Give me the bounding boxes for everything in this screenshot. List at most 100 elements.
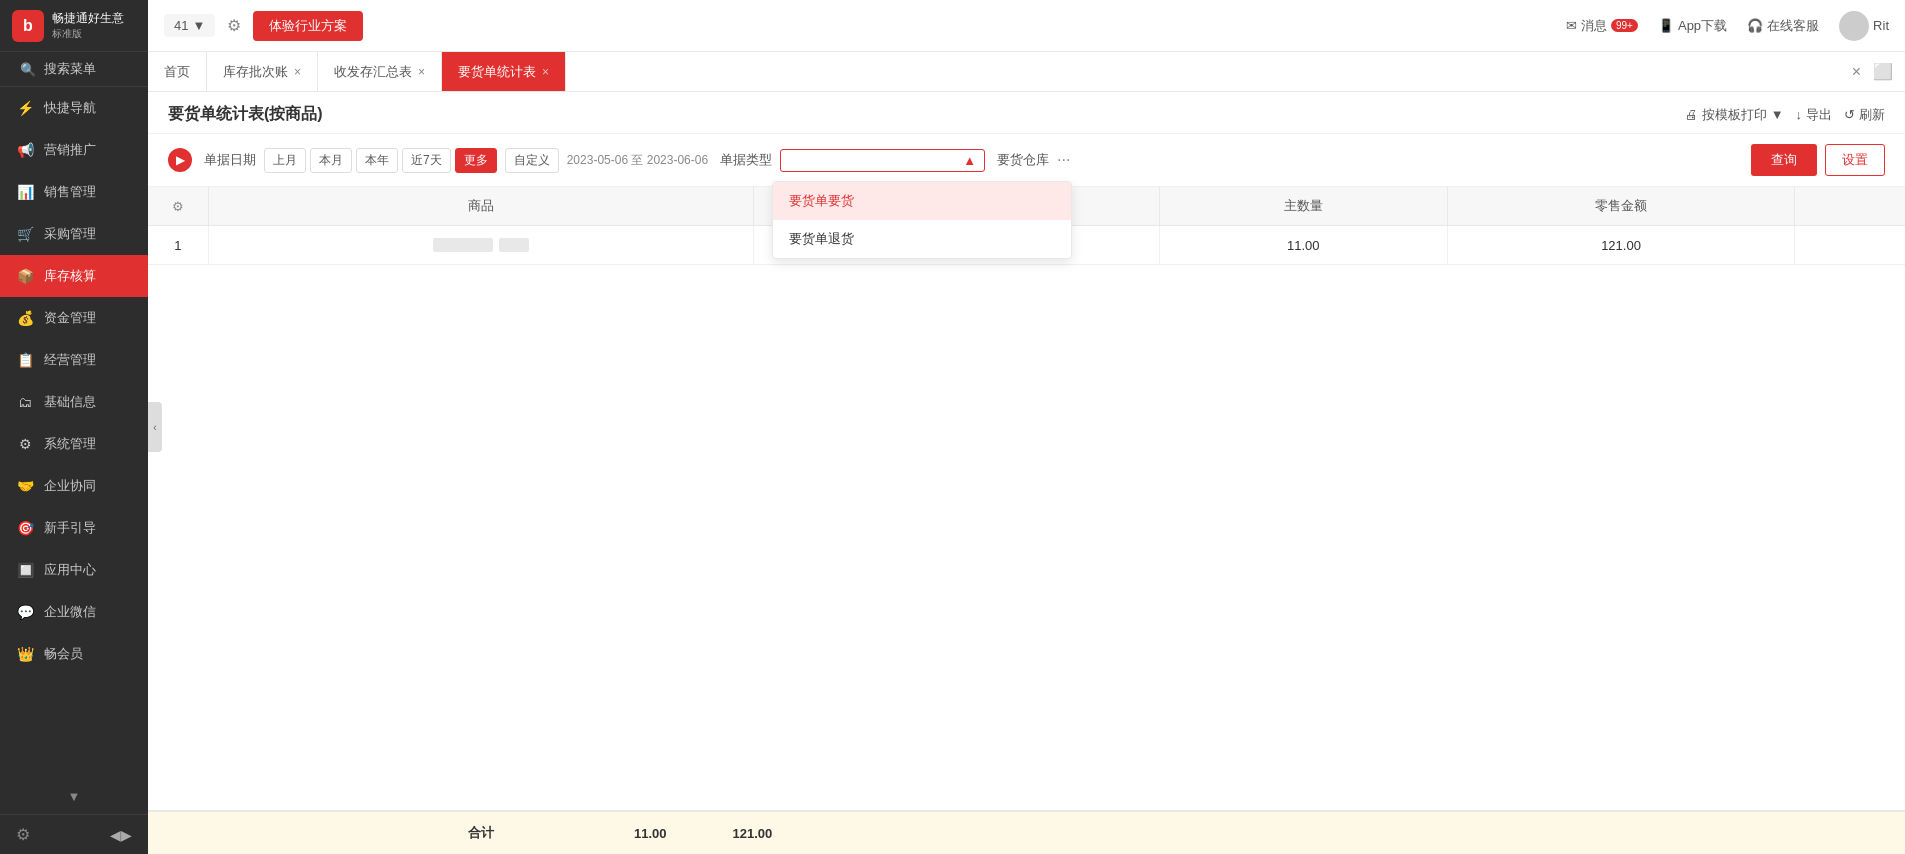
- maximize-btn[interactable]: ⬜: [1869, 60, 1897, 83]
- type-chevron-up-icon[interactable]: ▲: [963, 153, 976, 168]
- tab-close-order-stats[interactable]: ×: [542, 65, 549, 79]
- date-filter-group: 单据日期 上月 本月 本年 近7天 更多 自定义 2023-05-06 至 20…: [204, 148, 708, 173]
- nav-label-inventory: 库存核算: [44, 267, 96, 285]
- company-dropdown[interactable]: 41 ▼: [164, 14, 215, 37]
- nav-label-member: 畅会员: [44, 645, 83, 663]
- messages-btn[interactable]: ✉ 消息 99+: [1566, 17, 1638, 35]
- sidebar-item-enterprise[interactable]: 🤝企业协同: [0, 465, 148, 507]
- nav-label-guide: 新手引导: [44, 519, 96, 537]
- nav-icon-guide: 🎯: [16, 519, 34, 537]
- nav-label-finance: 资金管理: [44, 309, 96, 327]
- tab-recv-summary[interactable]: 收发存汇总表 ×: [318, 52, 442, 91]
- close-all-btn[interactable]: ×: [1848, 61, 1865, 83]
- tab-home[interactable]: 首页: [148, 52, 207, 91]
- cell-extra: [1795, 226, 1905, 265]
- cell-quantity: 11.00: [1159, 226, 1447, 265]
- this-year-btn[interactable]: 本年: [356, 148, 398, 173]
- this-month-btn[interactable]: 本月: [310, 148, 352, 173]
- warehouse-more-icon[interactable]: ···: [1057, 151, 1070, 169]
- sidebar-item-member[interactable]: 👑 畅会员: [0, 633, 148, 675]
- tab-inventory-batch[interactable]: 库存批次账 ×: [207, 52, 318, 91]
- cell-amount: 121.00: [1447, 226, 1794, 265]
- page-title: 要货单统计表(按商品): [168, 104, 323, 125]
- nav-icon-sales: 📊: [16, 183, 34, 201]
- footer-total-label: 合计: [468, 824, 494, 842]
- nav-label-wechat: 企业微信: [44, 603, 96, 621]
- nav-icon-member: 👑: [16, 645, 34, 663]
- th-amount: 零售金额: [1447, 187, 1794, 226]
- nav-label-system: 系统管理: [44, 435, 96, 453]
- download-icon: 📱: [1658, 18, 1674, 33]
- nav-label-shortcut: 快捷导航: [44, 99, 96, 117]
- app-download-label: App下载: [1678, 17, 1727, 35]
- last-7-days-btn[interactable]: 近7天: [402, 148, 451, 173]
- last-month-btn[interactable]: 上月: [264, 148, 306, 173]
- trial-btn[interactable]: 体验行业方案: [253, 11, 363, 41]
- header: 41 ▼ ⚙ 体验行业方案 ✉ 消息 99+ 📱 App下载 🎧 在线客服 R: [148, 0, 1905, 52]
- dropdown-item-order-goods[interactable]: 要货单要货: [773, 182, 1071, 220]
- filter-actions: 查询 设置: [1751, 144, 1885, 176]
- th-gear[interactable]: ⚙: [148, 187, 208, 226]
- tab-order-stats[interactable]: 要货单统计表 ×: [442, 52, 566, 91]
- user-avatar-btn[interactable]: Rit: [1839, 11, 1889, 41]
- cell-product: [208, 226, 753, 265]
- type-dropdown: 要货单要货 要货单退货: [772, 181, 1072, 259]
- sidebar-item-marketing[interactable]: 📢营销推广: [0, 129, 148, 171]
- messages-badge: 99+: [1611, 19, 1638, 32]
- sidebar: b 畅捷通好生意 标准版 🔍 搜索菜单 ⚡快捷导航📢营销推广📊销售管理🛒采购管理…: [0, 0, 148, 854]
- type-input-field[interactable]: [789, 153, 957, 168]
- nav-icon-appstore: 🔲: [16, 561, 34, 579]
- query-btn[interactable]: 查询: [1751, 144, 1817, 176]
- app-name: 畅捷通好生意: [52, 10, 124, 27]
- sidebar-item-purchase[interactable]: 🛒采购管理: [0, 213, 148, 255]
- refresh-btn[interactable]: ↺ 刷新: [1844, 106, 1885, 124]
- filter-bar: ▶ 单据日期 上月 本月 本年 近7天 更多 自定义 2023-05-06 至 …: [148, 134, 1905, 187]
- nav-icon-enterprise: 🤝: [16, 477, 34, 495]
- sidebar-item-appstore[interactable]: 🔲应用中心: [0, 549, 148, 591]
- app-logo: b 畅捷通好生意 标准版: [0, 0, 148, 52]
- export-btn[interactable]: ↓ 导出: [1796, 106, 1833, 124]
- sidebar-item-system[interactable]: ⚙系统管理: [0, 423, 148, 465]
- export-icon: ↓: [1796, 107, 1803, 122]
- sidebar-scroll-down[interactable]: ▼: [62, 783, 87, 810]
- app-download-btn[interactable]: 📱 App下载: [1658, 17, 1727, 35]
- type-filter-input[interactable]: ▲: [780, 149, 985, 172]
- sidebar-item-shortcut[interactable]: ⚡快捷导航: [0, 87, 148, 129]
- nav-icon-finance: 💰: [16, 309, 34, 327]
- sidebar-item-sales[interactable]: 📊销售管理: [0, 171, 148, 213]
- nav-icon-basic: 🗂: [16, 393, 34, 411]
- sidebar-item-operations[interactable]: 📋经营管理: [0, 339, 148, 381]
- sidebar-search[interactable]: 🔍 搜索菜单: [0, 52, 148, 87]
- sidebar-nav: ⚡快捷导航📢营销推广📊销售管理🛒采购管理 📦 库存核算 💰 资金管理 📋经营管理🗂基础信息…: [0, 87, 148, 779]
- service-icon: 🎧: [1747, 18, 1763, 33]
- sidebar-collapse-handle[interactable]: ‹: [148, 402, 162, 452]
- header-gear-icon[interactable]: ⚙: [227, 16, 241, 35]
- export-label: 导出: [1806, 106, 1832, 124]
- sidebar-item-guide[interactable]: 🎯 新手引导: [0, 507, 148, 549]
- print-template-btn[interactable]: 🖨 按模板打印 ▼: [1685, 106, 1784, 124]
- search-label: 搜索菜单: [44, 60, 96, 78]
- tab-close-recv-summary[interactable]: ×: [418, 65, 425, 79]
- dropdown-item-order-return[interactable]: 要货单退货: [773, 220, 1071, 258]
- settings-btn[interactable]: 设置: [1825, 144, 1885, 176]
- sidebar-item-basic[interactable]: 🗂基础信息: [0, 381, 148, 423]
- online-service-btn[interactable]: 🎧 在线客服: [1747, 17, 1819, 35]
- warehouse-filter-group: 要货仓库 ···: [997, 151, 1070, 169]
- collapse-btn[interactable]: ◀▶: [110, 827, 132, 843]
- sidebar-item-finance[interactable]: 💰 资金管理: [0, 297, 148, 339]
- settings-icon[interactable]: ⚙: [16, 825, 30, 844]
- user-avatar: [1839, 11, 1869, 41]
- sidebar-bottom: ⚙ ◀▶: [0, 814, 148, 854]
- filter-expand-btn[interactable]: ▶: [168, 148, 192, 172]
- messages-label: 消息: [1581, 17, 1607, 35]
- date-quick-btns: 上月 本月 本年 近7天 更多: [264, 148, 497, 173]
- sidebar-item-inventory[interactable]: 📦 库存核算: [0, 255, 148, 297]
- messages-icon: ✉: [1566, 18, 1577, 33]
- more-date-btn[interactable]: 更多: [455, 148, 497, 173]
- tab-close-inventory-batch[interactable]: ×: [294, 65, 301, 79]
- nav-icon-inventory: 📦: [16, 267, 34, 285]
- sidebar-item-wechat[interactable]: 💬企业微信: [0, 591, 148, 633]
- print-label: 按模板打印: [1702, 106, 1767, 124]
- custom-date-btn[interactable]: 自定义: [505, 148, 559, 173]
- table-footer: 合计 11.00 121.00: [148, 810, 1905, 854]
